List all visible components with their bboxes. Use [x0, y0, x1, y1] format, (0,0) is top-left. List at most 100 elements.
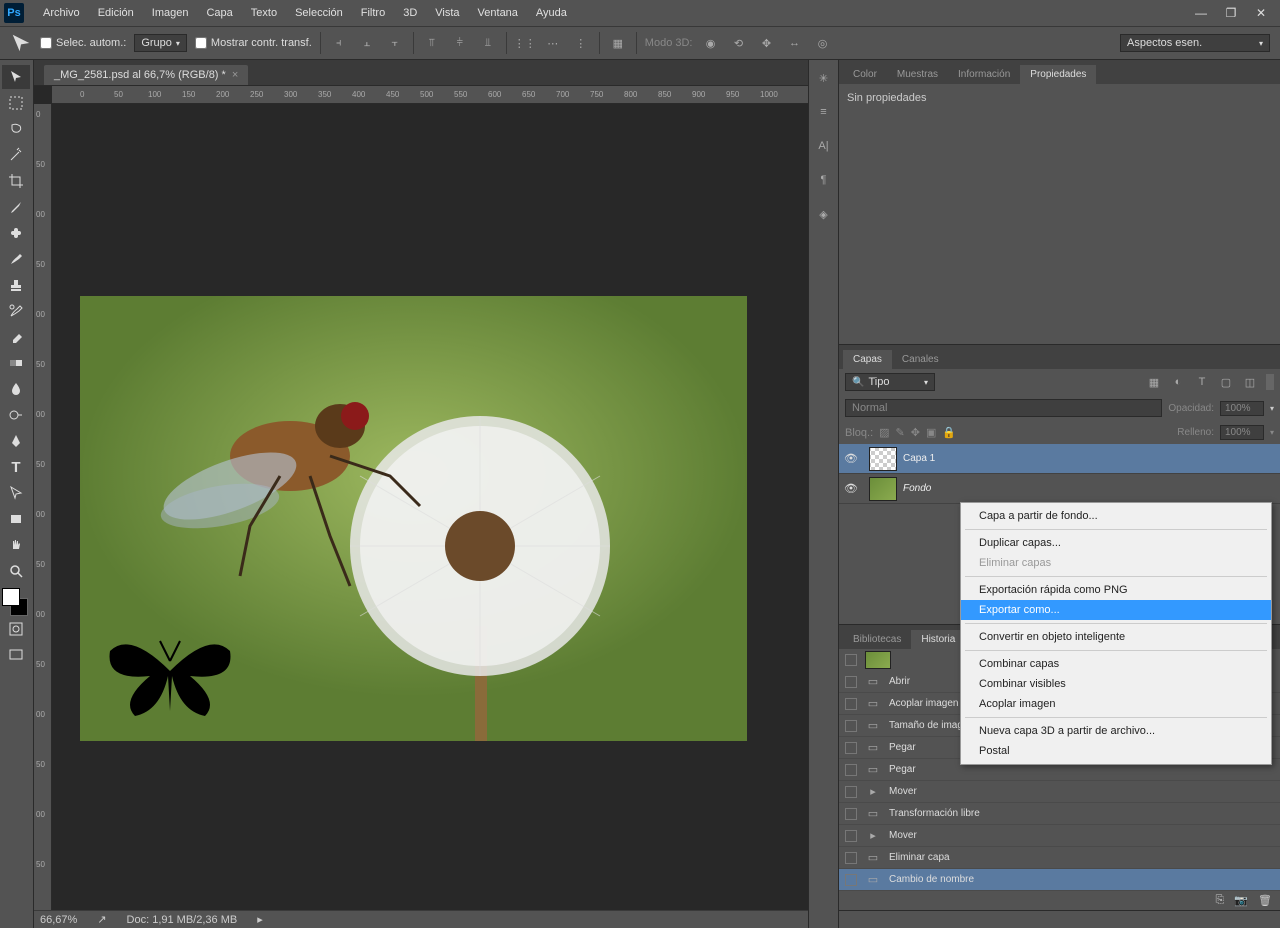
zoom-level[interactable]: 66,67% — [40, 914, 77, 926]
canvas[interactable] — [52, 104, 808, 910]
history-row[interactable]: ▸ Mover — [839, 781, 1280, 803]
context-menu-item[interactable]: Acoplar imagen — [961, 694, 1271, 714]
tab-propiedades[interactable]: Propiedades — [1020, 65, 1096, 84]
3d-pan-icon[interactable]: ✥ — [757, 33, 777, 53]
menu-3d[interactable]: 3D — [394, 3, 426, 23]
rail-3d-icon[interactable]: ✳ — [814, 68, 834, 88]
history-check[interactable] — [845, 676, 857, 688]
menu-imagen[interactable]: Imagen — [143, 3, 198, 23]
history-check[interactable] — [845, 654, 857, 666]
align-center-v-icon[interactable]: ⫩ — [450, 33, 470, 53]
screenmode-tool[interactable] — [2, 643, 30, 667]
align-right-icon[interactable]: ⫟ — [385, 33, 405, 53]
show-transform-checkbox[interactable]: Mostrar contr. transf. — [195, 37, 312, 49]
context-menu-item[interactable]: Exportación rápida como PNG — [961, 580, 1271, 600]
filter-shape-icon[interactable]: ▢ — [1218, 374, 1234, 390]
3d-orbit-icon[interactable]: ◉ — [701, 33, 721, 53]
tab-informacion[interactable]: Información — [948, 65, 1020, 84]
history-row[interactable]: ▭ Transformación libre — [839, 803, 1280, 825]
context-menu-item[interactable]: Convertir en objeto inteligente — [961, 627, 1271, 647]
lock-artboard-icon[interactable]: ▣ — [926, 426, 936, 439]
align-top-icon[interactable]: ⫪ — [422, 33, 442, 53]
history-check[interactable] — [845, 786, 857, 798]
rail-cube-icon[interactable]: ◈ — [814, 204, 834, 224]
document-tab-close[interactable]: × — [232, 69, 238, 81]
move-tool[interactable] — [2, 65, 30, 89]
crop-tool[interactable] — [2, 169, 30, 193]
3d-zoom-icon[interactable]: ◎ — [813, 33, 833, 53]
status-arrow[interactable]: ▸ — [257, 913, 263, 926]
blend-mode-select[interactable]: Normal — [845, 399, 1162, 417]
type-tool[interactable]: T — [2, 455, 30, 479]
quickmask-tool[interactable] — [2, 617, 30, 641]
marquee-tool[interactable] — [2, 91, 30, 115]
heal-tool[interactable] — [2, 221, 30, 245]
lock-position-icon[interactable]: ✥ — [911, 426, 920, 439]
blur-tool[interactable] — [2, 377, 30, 401]
3d-slide-icon[interactable]: ↔ — [785, 33, 805, 53]
distribute-v-icon[interactable]: ⋯ — [543, 33, 563, 53]
trash-icon[interactable]: 🗑 — [1258, 894, 1272, 907]
shape-tool[interactable] — [2, 507, 30, 531]
history-check[interactable] — [845, 698, 857, 710]
history-row[interactable]: ▭ Cambio de nombre — [839, 869, 1280, 891]
color-swatches[interactable] — [2, 588, 30, 616]
eyedropper-tool[interactable] — [2, 195, 30, 219]
zoom-tool[interactable] — [2, 559, 30, 583]
menu-seleccion[interactable]: Selección — [286, 3, 352, 23]
workspace-select[interactable]: Aspectos esen.▾ — [1120, 34, 1270, 52]
new-snapshot-icon[interactable]: ⎘ — [1216, 894, 1225, 907]
context-menu-item[interactable]: Duplicar capas... — [961, 533, 1271, 553]
history-check[interactable] — [845, 720, 857, 732]
tab-historia[interactable]: Historia — [911, 630, 965, 649]
path-select-tool[interactable] — [2, 481, 30, 505]
history-check[interactable] — [845, 874, 857, 886]
auto-select-checkbox[interactable]: Selec. autom.: — [40, 37, 126, 49]
menu-vista[interactable]: Vista — [426, 3, 468, 23]
auto-align-icon[interactable]: ▦ — [608, 33, 628, 53]
hand-tool[interactable] — [2, 533, 30, 557]
layer-row[interactable]: 👁 Fondo — [839, 474, 1280, 504]
lock-pixels-icon[interactable]: ✎ — [896, 426, 905, 439]
context-menu-item[interactable]: Postal — [961, 741, 1271, 761]
rail-layers-icon[interactable]: ≡ — [814, 102, 834, 122]
history-check[interactable] — [845, 764, 857, 776]
dodge-tool[interactable] — [2, 403, 30, 427]
filter-type-icon[interactable]: T — [1194, 374, 1210, 390]
context-menu-item[interactable]: Combinar visibles — [961, 674, 1271, 694]
eraser-tool[interactable] — [2, 325, 30, 349]
tab-capas[interactable]: Capas — [843, 350, 892, 369]
maximize-button[interactable]: ❐ — [1216, 3, 1246, 23]
layer-filter-type[interactable]: 🔍 Tipo ▾ — [845, 373, 935, 391]
pen-tool[interactable] — [2, 429, 30, 453]
tab-color[interactable]: Color — [843, 65, 887, 84]
layer-visibility-icon[interactable]: 👁 — [839, 452, 863, 465]
filter-smart-icon[interactable]: ◫ — [1242, 374, 1258, 390]
history-check[interactable] — [845, 830, 857, 842]
align-left-icon[interactable]: ⫞ — [329, 33, 349, 53]
history-row[interactable]: ▸ Mover — [839, 825, 1280, 847]
menu-edicion[interactable]: Edición — [89, 3, 143, 23]
history-brush-tool[interactable] — [2, 299, 30, 323]
filter-adjust-icon[interactable]: ◐ — [1170, 374, 1186, 390]
layer-name[interactable]: Capa 1 — [903, 453, 935, 464]
fill-value[interactable]: 100% — [1220, 425, 1264, 440]
history-row[interactable]: ▭ Eliminar capa — [839, 847, 1280, 869]
history-check[interactable] — [845, 852, 857, 864]
context-menu-item[interactable]: Capa a partir de fondo... — [961, 506, 1271, 526]
close-button[interactable]: ✕ — [1246, 3, 1276, 23]
3d-roll-icon[interactable]: ⟲ — [729, 33, 749, 53]
brush-tool[interactable] — [2, 247, 30, 271]
lasso-tool[interactable] — [2, 117, 30, 141]
layer-visibility-icon[interactable]: 👁 — [839, 482, 863, 495]
layer-name[interactable]: Fondo — [903, 483, 931, 494]
menu-texto[interactable]: Texto — [242, 3, 286, 23]
menu-capa[interactable]: Capa — [197, 3, 241, 23]
menu-ventana[interactable]: Ventana — [469, 3, 527, 23]
stamp-tool[interactable] — [2, 273, 30, 297]
menu-archivo[interactable]: Archivo — [34, 3, 89, 23]
layer-row[interactable]: 👁 Capa 1 — [839, 444, 1280, 474]
filter-image-icon[interactable]: ▦ — [1146, 374, 1162, 390]
history-check[interactable] — [845, 808, 857, 820]
lock-transparent-icon[interactable]: ▨ — [879, 426, 889, 439]
